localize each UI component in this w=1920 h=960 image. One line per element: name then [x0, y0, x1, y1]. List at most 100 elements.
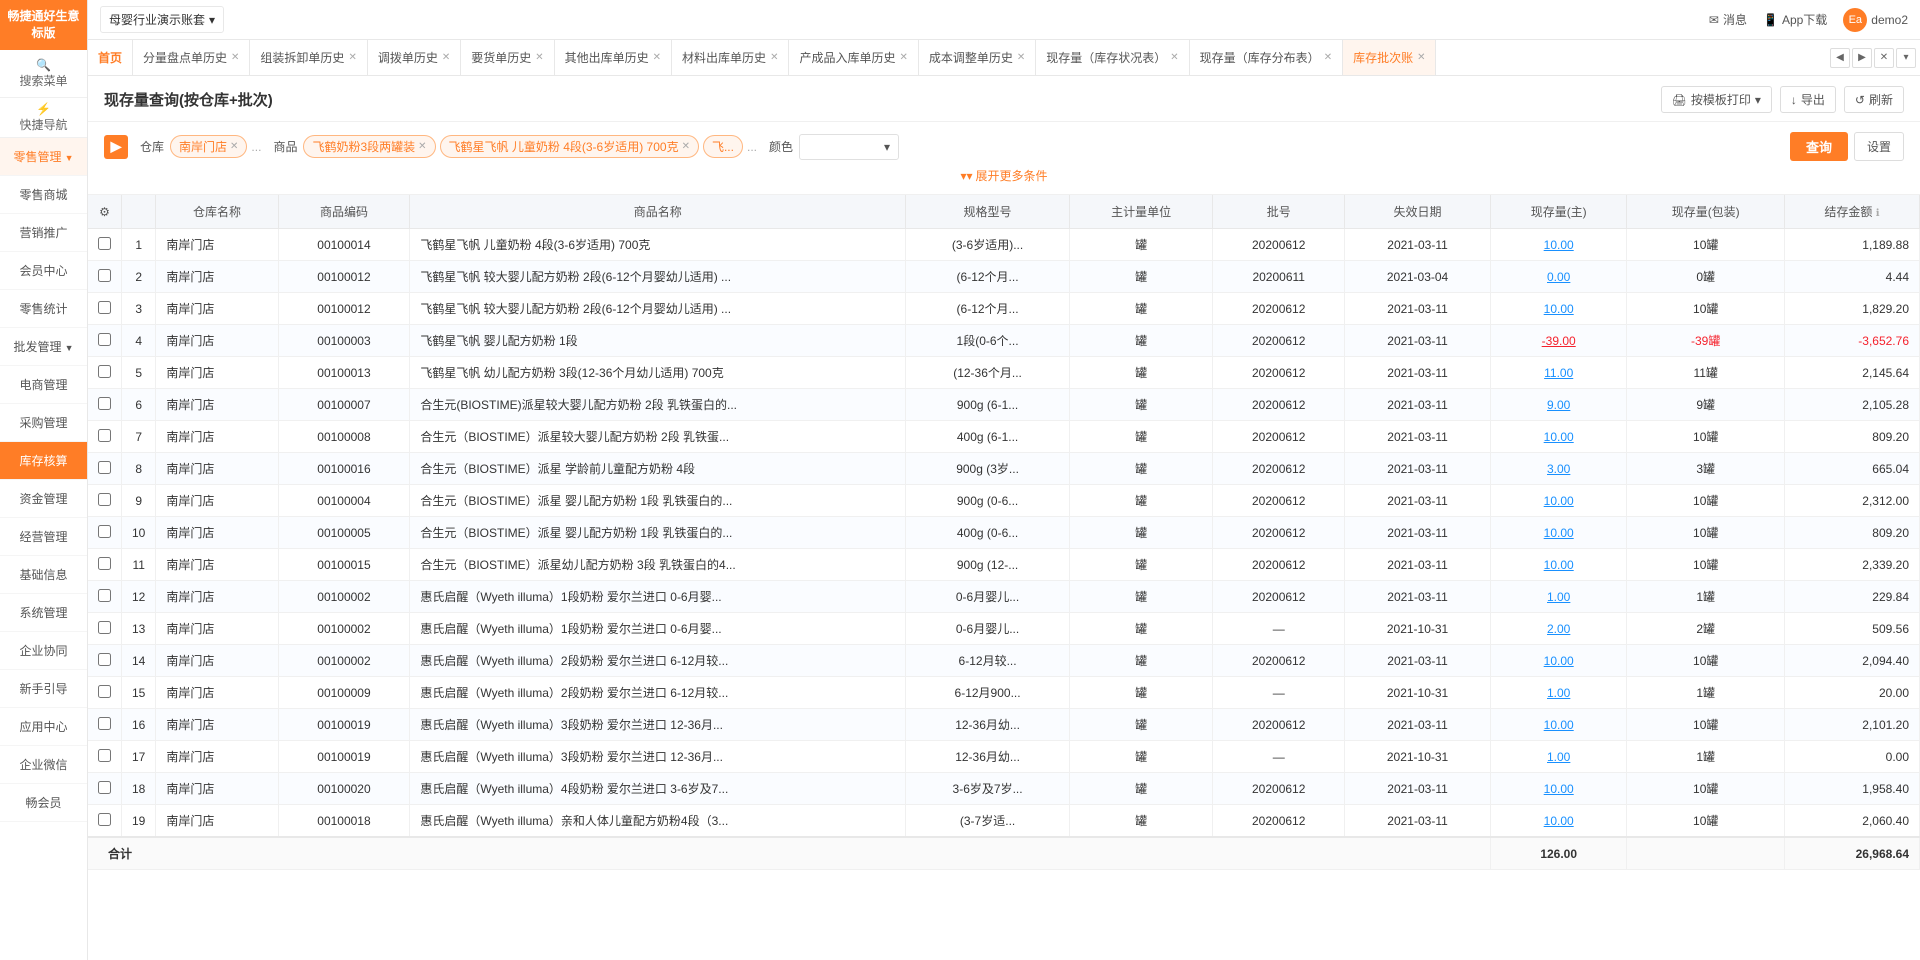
cell-qty-main[interactable]: 10.00: [1491, 645, 1627, 677]
tab-scroll-left[interactable]: ◀: [1830, 48, 1850, 68]
messages-btn[interactable]: ✉ 消息: [1709, 11, 1747, 28]
sidebar-item-purchase[interactable]: 采购管理: [0, 404, 87, 442]
cell-qty-main[interactable]: -39.00: [1491, 325, 1627, 357]
tab-close-other-out-hist[interactable]: ✕: [653, 52, 661, 63]
row-checkbox[interactable]: [98, 813, 111, 826]
row-checkbox[interactable]: [98, 653, 111, 666]
cell-qty-main[interactable]: 3.00: [1491, 453, 1627, 485]
row-checkbox[interactable]: [98, 621, 111, 634]
query-btn[interactable]: 查询: [1790, 132, 1848, 161]
tab-close-inventory-status[interactable]: ✕: [1170, 52, 1178, 63]
sidebar-item-enterprise[interactable]: 企业协同: [0, 632, 87, 670]
settings-btn[interactable]: 设置: [1854, 132, 1904, 161]
user-avatar[interactable]: Ea demo2: [1843, 8, 1908, 32]
product-tag-2-remove[interactable]: ✕: [682, 141, 690, 152]
sidebar-item-marketing[interactable]: 营销推广: [0, 214, 87, 252]
tab-req-hist[interactable]: 要货单历史✕: [461, 40, 554, 76]
sidebar-item-inventory[interactable]: 库存核算: [0, 442, 87, 480]
sidebar-search[interactable]: 🔍 搜索菜单: [0, 50, 87, 98]
product-more[interactable]: ...: [747, 140, 757, 154]
warehouse-tag-remove[interactable]: ✕: [230, 141, 238, 152]
cell-qty-main[interactable]: 10.00: [1491, 421, 1627, 453]
tab-close-material-out-hist[interactable]: ✕: [770, 52, 778, 63]
tab-material-out-hist[interactable]: 材料出库单历史✕: [672, 40, 789, 76]
tab-close-req-hist[interactable]: ✕: [535, 52, 543, 63]
balance-info-icon[interactable]: ℹ: [1876, 208, 1880, 219]
cell-qty-main[interactable]: 10.00: [1491, 293, 1627, 325]
tab-close-current[interactable]: ✕: [1874, 48, 1894, 68]
cell-qty-main[interactable]: 10.00: [1491, 229, 1627, 261]
expand-conditions-btn[interactable]: ▾▾ 展开更多条件: [104, 167, 1904, 184]
tab-close-mixing-hist[interactable]: ✕: [442, 52, 450, 63]
cell-qty-main[interactable]: 11.00: [1491, 357, 1627, 389]
product-tag-1-remove[interactable]: ✕: [418, 141, 426, 152]
product-tag-3[interactable]: 飞...: [703, 135, 743, 158]
export-btn[interactable]: ↓ 导出: [1780, 86, 1836, 113]
row-checkbox[interactable]: [98, 685, 111, 698]
cell-qty-main[interactable]: 10.00: [1491, 773, 1627, 805]
cell-qty-main[interactable]: 1.00: [1491, 741, 1627, 773]
row-checkbox[interactable]: [98, 397, 111, 410]
refresh-btn[interactable]: ↺ 刷新: [1844, 86, 1904, 113]
cell-qty-main[interactable]: 9.00: [1491, 389, 1627, 421]
sidebar-item-guide[interactable]: 新手引导: [0, 670, 87, 708]
tab-inventory-status[interactable]: 现存量（库存状况表）✕: [1036, 40, 1189, 76]
tab-mixing-hist[interactable]: 调拨单历史✕: [368, 40, 461, 76]
cell-qty-main[interactable]: 2.00: [1491, 613, 1627, 645]
tab-product-in-hist[interactable]: 产成品入库单历史✕: [789, 40, 918, 76]
tab-close-inventory-batch[interactable]: ✕: [1417, 52, 1425, 63]
th-settings[interactable]: ⚙: [88, 195, 122, 229]
tab-other-out-hist[interactable]: 其他出库单历史✕: [555, 40, 672, 76]
sidebar-item-basic[interactable]: 基础信息: [0, 556, 87, 594]
sidebar-item-shop[interactable]: 零售商城: [0, 176, 87, 214]
row-checkbox[interactable]: [98, 589, 111, 602]
row-checkbox[interactable]: [98, 493, 111, 506]
cell-qty-main[interactable]: 1.00: [1491, 677, 1627, 709]
tab-close-disassemble-hist[interactable]: ✕: [348, 52, 356, 63]
app-download-btn[interactable]: 📱 App下载: [1763, 11, 1827, 28]
product-tag-2[interactable]: 飞鹤星飞帆 儿童奶粉 4段(3-6岁适用) 700克 ✕: [440, 135, 699, 158]
tab-inventory-dist[interactable]: 现存量（库存分布表）✕: [1190, 40, 1343, 76]
cell-qty-main[interactable]: 1.00: [1491, 581, 1627, 613]
row-checkbox[interactable]: [98, 525, 111, 538]
row-checkbox[interactable]: [98, 269, 111, 282]
cell-qty-main[interactable]: 10.00: [1491, 517, 1627, 549]
cell-qty-main[interactable]: 10.00: [1491, 805, 1627, 838]
sidebar-item-apps[interactable]: 应用中心: [0, 708, 87, 746]
row-checkbox[interactable]: [98, 749, 111, 762]
sidebar-item-wholesale[interactable]: 批发管理 ▼: [0, 328, 87, 366]
sidebar-item-finance[interactable]: 资金管理: [0, 480, 87, 518]
warehouse-more[interactable]: ...: [251, 140, 261, 154]
tab-close-product-in-hist[interactable]: ✕: [899, 52, 907, 63]
tab-split-count-hist[interactable]: 分量盘点单历史✕: [133, 40, 250, 76]
tab-close-inventory-dist[interactable]: ✕: [1324, 52, 1332, 63]
filter-toggle-btn[interactable]: ▶: [104, 135, 128, 159]
warehouse-tag-nanan[interactable]: 南岸门店 ✕: [170, 135, 247, 158]
cell-qty-main[interactable]: 0.00: [1491, 261, 1627, 293]
sidebar-item-retail[interactable]: 零售管理 ▼: [0, 138, 87, 176]
quick-nav[interactable]: ⚡ 快捷导航: [0, 98, 87, 138]
sidebar-item-vip[interactable]: 畅会员: [0, 784, 87, 822]
row-checkbox[interactable]: [98, 429, 111, 442]
sidebar-item-operations[interactable]: 经营管理: [0, 518, 87, 556]
row-checkbox[interactable]: [98, 461, 111, 474]
row-checkbox[interactable]: [98, 333, 111, 346]
tab-disassemble-hist[interactable]: 组装拆卸单历史✕: [250, 40, 367, 76]
sidebar-item-stats[interactable]: 零售统计: [0, 290, 87, 328]
row-checkbox[interactable]: [98, 237, 111, 250]
tab-cost-adjust-hist[interactable]: 成本调整单历史✕: [919, 40, 1036, 76]
sidebar-item-wechat[interactable]: 企业微信: [0, 746, 87, 784]
tab-scroll-right[interactable]: ▶: [1852, 48, 1872, 68]
template-print-btn[interactable]: 🖨 按模板打印 ▾: [1661, 86, 1772, 113]
sidebar-item-member[interactable]: 会员中心: [0, 252, 87, 290]
sidebar-item-ecommerce[interactable]: 电商管理: [0, 366, 87, 404]
cell-qty-main[interactable]: 10.00: [1491, 549, 1627, 581]
product-tag-1[interactable]: 飞鹤奶粉3段两罐装 ✕: [303, 135, 435, 158]
sidebar-item-system[interactable]: 系统管理: [0, 594, 87, 632]
tab-home[interactable]: 首页: [88, 40, 133, 76]
row-checkbox[interactable]: [98, 557, 111, 570]
tab-close-split-count-hist[interactable]: ✕: [231, 52, 239, 63]
tab-inventory-batch[interactable]: 库存批次账✕: [1343, 40, 1436, 76]
cell-qty-main[interactable]: 10.00: [1491, 709, 1627, 741]
color-select[interactable]: ▾: [799, 134, 899, 160]
